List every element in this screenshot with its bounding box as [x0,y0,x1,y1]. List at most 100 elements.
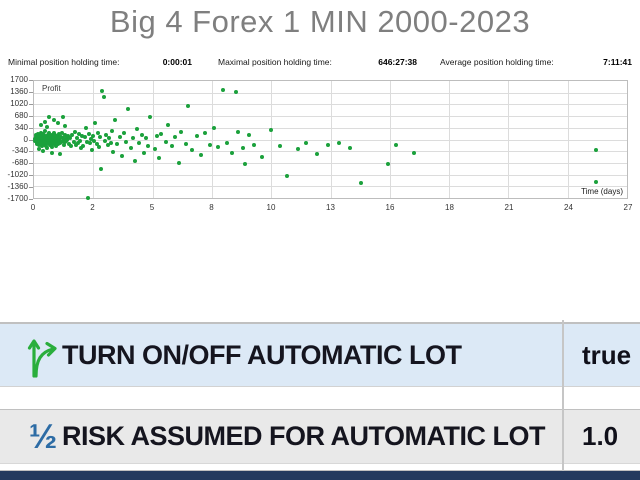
scatter-point [179,129,184,134]
y-tick-mark [29,103,33,105]
y-tick-label: -1700 [7,194,28,203]
scatter-point [83,126,88,131]
scatter-point [126,106,131,111]
y-axis-title: Profit [42,84,61,93]
scatter-point [165,123,170,128]
scatter-point [304,140,309,145]
x-tick-label: 5 [149,203,155,212]
scatter-point [100,88,105,93]
scatter-point [115,141,120,146]
scatter-point [47,114,52,119]
scatter-point [42,119,47,124]
scatter-point [229,150,234,155]
scatter-point [45,125,50,130]
scatter-point [315,152,320,157]
scatter-point [348,145,353,150]
scatter-point [95,130,100,135]
max-holding-time-value: 646:27:38 [378,57,417,67]
gridline-horizontal [34,116,627,118]
avg-holding-time-value: 7:11:41 [603,57,632,67]
scatter-point [183,141,188,146]
max-holding-time-label: Maximal position holding time: [218,57,332,67]
scatter-point [170,144,175,149]
scatter-point [93,120,98,125]
scatter-point [108,140,113,145]
scatter-point [85,195,90,200]
x-tick-label: 24 [564,203,573,212]
x-tick-label: 16 [385,203,395,212]
scatter-point [139,132,144,137]
gridline-horizontal [34,139,627,141]
scatter-point [109,128,114,133]
y-tick-mark [29,199,33,200]
scatter-point [91,134,96,139]
scatter-point [106,136,111,141]
gridline-horizontal [34,186,627,188]
scatter-point [62,124,67,129]
scatter-point [220,88,225,93]
min-holding-time-label: Minimal position holding time: [8,57,120,67]
scatter-point [119,154,124,159]
x-axis-title: Time (days) [581,187,623,196]
x-tick-label: 18 [445,203,454,212]
y-tick-label: 340 [14,122,28,132]
scatter-point [78,138,83,143]
scatter-point [135,127,140,132]
table-column-divider [562,320,564,472]
input-row-automatic-lot[interactable]: TURN ON/OFF AUTOMATIC LOT true [0,324,640,386]
gridline-horizontal [34,104,627,106]
scatter-point [128,145,133,150]
table-border [0,386,640,387]
y-tick-label: -680 [11,158,28,168]
scatter-point [216,145,221,150]
input-value-risk[interactable]: 1.0 [582,421,618,452]
y-tick-mark [29,115,33,117]
scatter-point [176,160,181,165]
scatter-point [337,141,342,146]
input-row-risk-assumed[interactable]: ½ RISK ASSUMED FOR AUTOMATIC LOT 1.0 [0,410,640,463]
y-tick-label: 680 [14,110,28,120]
scatter-point [234,89,239,94]
scatter-point [58,151,63,156]
x-tick-label: 8 [209,203,214,212]
scatter-point [81,143,86,148]
x-tick-label: 27 [623,203,633,212]
min-holding-time-value: 0:00:01 [162,57,192,67]
y-tick-label: -1360 [7,182,28,192]
scatter-point [56,121,61,126]
y-tick-mark [29,175,33,177]
scatter-point [385,161,390,166]
scatter-point [49,150,54,155]
gridline-horizontal [34,92,627,94]
scatter-point [198,152,203,157]
y-tick-label: -1020 [7,170,28,180]
input-name-label: RISK ASSUMED FOR AUTOMATIC LOT [62,421,545,451]
table-border [0,463,640,464]
one-half-icon: ½ [28,417,58,456]
y-tick-label: 1700 [10,75,28,84]
scatter-point [594,179,599,184]
scatter-point [111,149,116,154]
scatter-point [154,134,159,139]
y-tick-label: 1020 [10,98,28,108]
scatter-point [194,133,199,138]
scatter-point [137,140,142,145]
scatter-point [96,145,101,150]
x-tick-label: 2 [90,203,95,212]
scatter-point [269,127,274,132]
profit-scatter-chart: Profit Time (days) 1700 1360 1020 680 340 0 -3… [0,75,640,214]
scatter-point [394,143,399,147]
scatter-point [225,140,230,145]
x-tick-label: 21 [504,203,514,212]
y-tick-mark [29,139,33,141]
scatter-point [97,135,102,140]
scatter-point [133,158,138,163]
scatter-point [236,130,241,135]
holding-time-stats: Minimal position holding time: 0:00:01 M… [0,57,640,70]
scatter-point [157,155,162,160]
scatter-point [38,123,43,128]
input-value-true[interactable]: true [582,340,631,371]
scatter-point [152,146,157,151]
gridline-horizontal [34,151,627,153]
fork-arrows-icon [24,332,62,378]
